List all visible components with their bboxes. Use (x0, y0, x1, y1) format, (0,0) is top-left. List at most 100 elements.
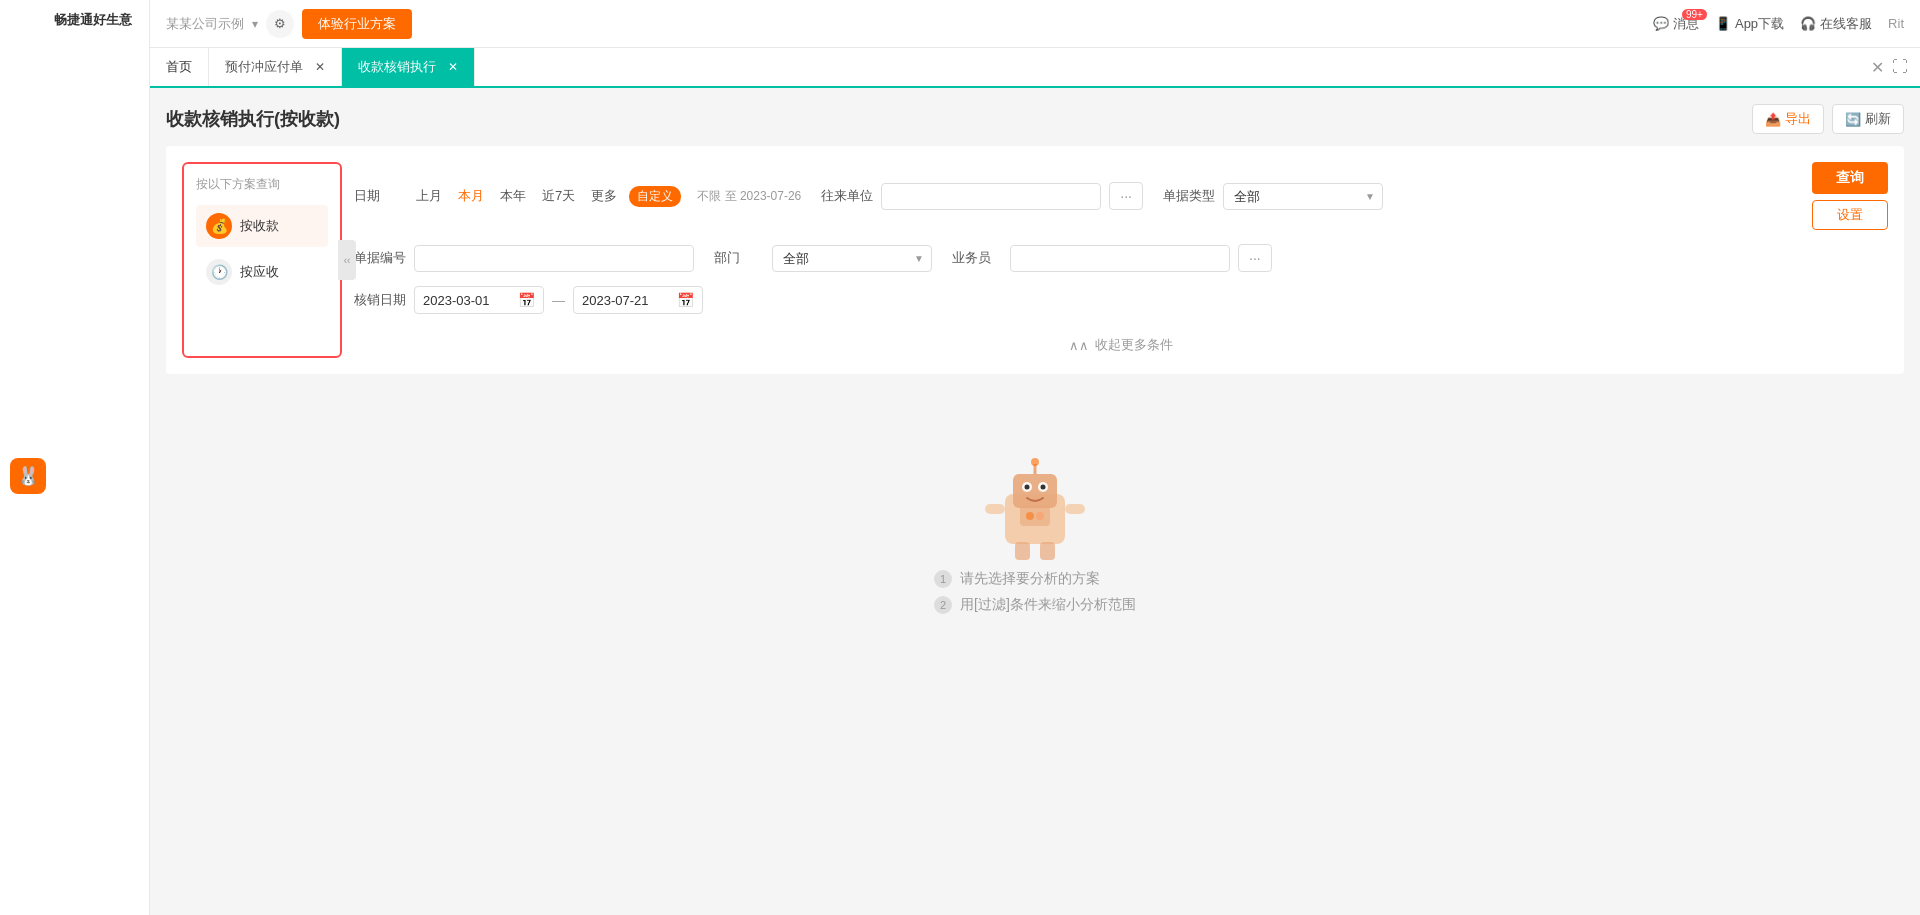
date-opt-this-month[interactable]: 本月 (454, 185, 488, 207)
bill-type-select-wrap: 全部 收款单 退款单 (1223, 183, 1383, 210)
dept-field: 部门 全部 (714, 245, 932, 272)
verify-date-label: 核销日期 (354, 291, 406, 309)
verify-date-to[interactable]: 2023-07-21 📅 (573, 286, 703, 314)
staff-label: 业务员 (952, 249, 1002, 267)
calendar-from-icon: 📅 (518, 292, 535, 308)
close-all-icon[interactable]: ✕ (1871, 58, 1884, 77)
app-name: 畅捷通好生意 (54, 12, 132, 915)
date-unlimited: 不限 至 2023-07-26 (697, 188, 801, 205)
query-btn[interactable]: 查询 (1812, 162, 1888, 194)
export-icon: 📤 (1765, 112, 1781, 127)
tip-item-2: 2 用[过滤]条件来缩小分析范围 (934, 596, 1136, 614)
staff-field: 业务员 ··· (952, 244, 1272, 272)
page-header: 收款核销执行(按收款) 📤 导出 🔄 刷新 (166, 104, 1904, 134)
tabbar-actions: ✕ ⛶ (1859, 48, 1920, 86)
dept-select-wrap: 全部 (772, 245, 932, 272)
staff-input[interactable] (1010, 245, 1230, 272)
receipt-icon: 💰 (206, 213, 232, 239)
date-range-separator: — (552, 293, 565, 308)
tab-receipt-cancel[interactable]: 收款核销执行 ✕ (342, 48, 475, 86)
verify-date-range: 2023-03-01 📅 — 2023-07-21 📅 (414, 286, 703, 314)
svg-point-14 (1036, 512, 1044, 520)
topbar-left: 某某公司示例 ▾ ⚙ 体验行业方案 (166, 9, 1641, 39)
counterpart-field: 往来单位 ··· (821, 182, 1143, 210)
filter-option-by-receivable[interactable]: 🕐 按应收 (196, 251, 328, 293)
settings-btn[interactable]: 设置 (1812, 200, 1888, 230)
verify-date-field: 核销日期 2023-03-01 📅 — 2023-07-21 📅 (354, 286, 703, 314)
chevron-down-icon[interactable]: ▾ (252, 17, 258, 31)
filter-row-2: 单据编号 部门 全部 业务员 ··· (354, 244, 1888, 272)
tab-receipt-cancel-close[interactable]: ✕ (448, 60, 458, 74)
calendar-to-icon: 📅 (677, 292, 694, 308)
page-actions: 📤 导出 🔄 刷新 (1752, 104, 1904, 134)
date-opt-7days[interactable]: 近7天 (538, 185, 579, 207)
refresh-btn[interactable]: 🔄 刷新 (1832, 104, 1904, 134)
svg-point-7 (1031, 458, 1039, 466)
collapse-more-btn[interactable]: ∧∧ 收起更多条件 (354, 328, 1888, 358)
filter-row-1: 日期 上月 本月 本年 近7天 更多 自定义 不限 至 20 (354, 162, 1888, 230)
page-title: 收款核销执行(按收款) (166, 107, 340, 131)
counterpart-dots-btn[interactable]: ··· (1109, 182, 1143, 210)
tab-prepay[interactable]: 预付冲应付单 ✕ (209, 48, 342, 86)
message-badge: 99+ (1682, 9, 1707, 20)
app-download-btn[interactable]: 📱 App下载 (1715, 15, 1784, 33)
tab-prepay-close[interactable]: ✕ (315, 60, 325, 74)
filter-fields: 日期 上月 本月 本年 近7天 更多 自定义 不限 至 20 (354, 162, 1888, 358)
filter-scheme-title: 按以下方案查询 (196, 176, 328, 193)
expand-icon[interactable]: ⛶ (1892, 58, 1908, 76)
service-icon: 🎧 (1800, 16, 1816, 31)
filter-option-by-receipt[interactable]: 💰 按收款 (196, 205, 328, 247)
online-service-btn[interactable]: 🎧 在线客服 (1800, 15, 1872, 33)
tab-home[interactable]: 首页 (150, 48, 209, 86)
bill-no-field: 单据编号 (354, 245, 694, 272)
download-icon: 📱 (1715, 16, 1731, 31)
user-name: Rit (1888, 16, 1904, 31)
bill-type-label: 单据类型 (1163, 187, 1215, 205)
svg-rect-1 (1013, 474, 1057, 508)
svg-rect-9 (1065, 504, 1085, 514)
sidebar: 🐰 畅捷通好生意 标准版 🔍搜索菜单 🏠快捷导航 📢营销推广 💰销售管理 🛒采购… (0, 0, 150, 915)
svg-point-13 (1026, 512, 1034, 520)
content-area: 收款核销执行(按收款) 📤 导出 🔄 刷新 按以下方案查询 💰 按收款 (150, 88, 1920, 915)
settings-gear-btn[interactable]: ⚙ (266, 10, 294, 38)
refresh-icon: 🔄 (1845, 112, 1861, 127)
message-btn[interactable]: 💬 消息 99+ (1653, 15, 1699, 33)
filter-collapse-btn[interactable]: ‹‹ (338, 240, 356, 280)
topbar: 某某公司示例 ▾ ⚙ 体验行业方案 💬 消息 99+ 📱 App下载 🎧 在线客… (150, 0, 1920, 48)
dept-select[interactable]: 全部 (772, 245, 932, 272)
bill-type-select[interactable]: 全部 收款单 退款单 (1223, 183, 1383, 210)
date-opt-custom[interactable]: 自定义 (629, 186, 681, 207)
date-field: 日期 上月 本月 本年 近7天 更多 自定义 不限 至 20 (354, 185, 801, 207)
bill-no-input[interactable] (414, 245, 694, 272)
query-buttons: 查询 设置 (1812, 162, 1888, 230)
date-label: 日期 (354, 187, 404, 205)
tabbar: 首页 预付冲应付单 ✕ 收款核销执行 ✕ ✕ ⛶ (150, 48, 1920, 88)
date-opt-more[interactable]: 更多 (587, 185, 621, 207)
dept-label: 部门 (714, 249, 764, 267)
svg-rect-12 (1020, 506, 1050, 526)
message-icon: 💬 (1653, 16, 1669, 31)
svg-rect-8 (985, 504, 1005, 514)
counterpart-input[interactable] (881, 183, 1101, 210)
logo-icon: 🐰 (10, 458, 46, 494)
filter-scheme-panel: 按以下方案查询 💰 按收款 🕐 按应收 ‹‹ (182, 162, 342, 358)
svg-rect-10 (1015, 542, 1030, 560)
export-btn[interactable]: 📤 导出 (1752, 104, 1824, 134)
date-opt-last-month[interactable]: 上月 (412, 185, 446, 207)
staff-dots-btn[interactable]: ··· (1238, 244, 1272, 272)
main-area: 某某公司示例 ▾ ⚙ 体验行业方案 💬 消息 99+ 📱 App下载 🎧 在线客… (150, 0, 1920, 915)
date-options: 上月 本月 本年 近7天 更多 自定义 (412, 185, 681, 207)
industry-btn[interactable]: 体验行业方案 (302, 9, 412, 39)
receivable-icon: 🕐 (206, 259, 232, 285)
tip-item-1: 1 请先选择要分析的方案 (934, 570, 1136, 588)
verify-date-from[interactable]: 2023-03-01 📅 (414, 286, 544, 314)
svg-point-5 (1041, 485, 1046, 490)
company-name: 某某公司示例 (166, 15, 244, 33)
filter-row-3: 核销日期 2023-03-01 📅 — 2023-07-21 📅 (354, 286, 1888, 314)
empty-state: 1 请先选择要分析的方案 2 用[过滤]条件来缩小分析范围 (166, 374, 1904, 694)
date-opt-this-year[interactable]: 本年 (496, 185, 530, 207)
counterpart-label: 往来单位 (821, 187, 873, 205)
app-logo: 🐰 畅捷通好生意 标准版 (0, 0, 149, 915)
svg-rect-11 (1040, 542, 1055, 560)
empty-robot-illustration (975, 454, 1095, 554)
